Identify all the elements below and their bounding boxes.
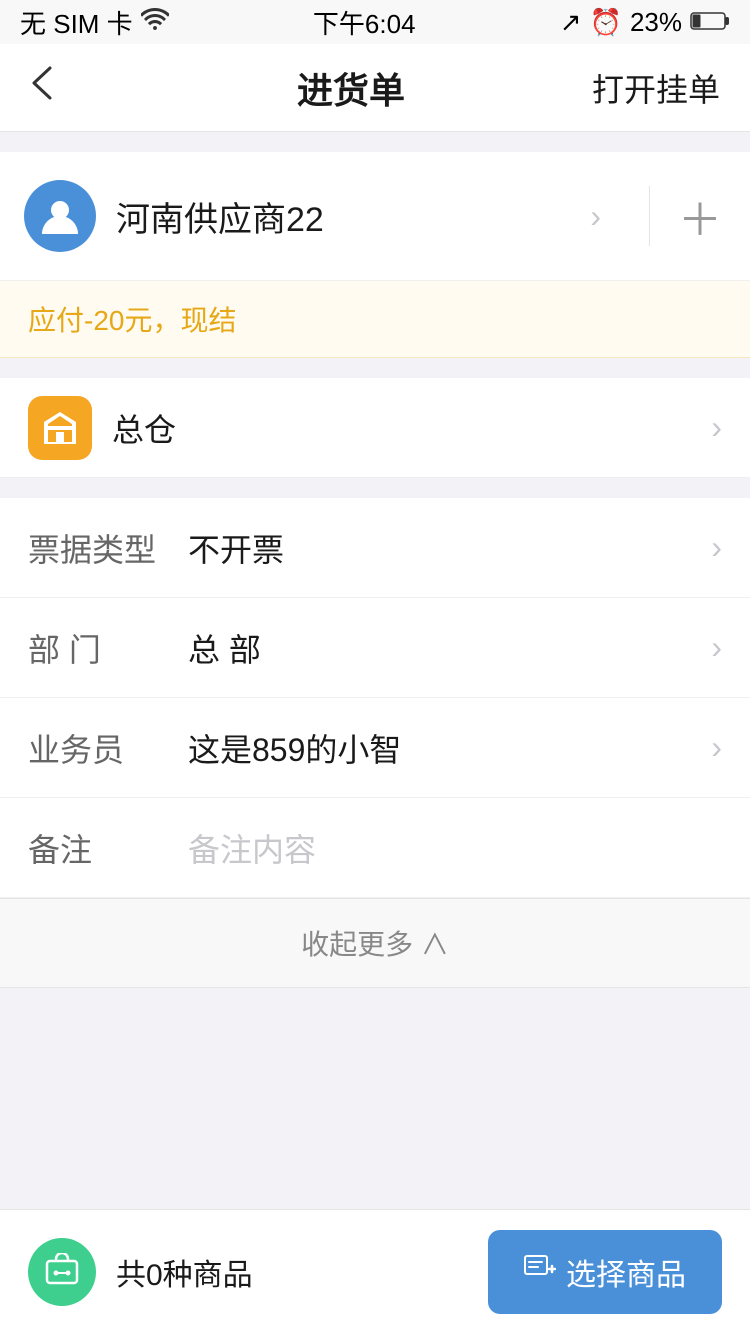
ticket-type-row[interactable]: 票据类型 不开票 › — [0, 498, 750, 598]
open-pending-button[interactable]: 打开挂单 — [592, 65, 720, 111]
section-gap-1 — [0, 132, 750, 152]
notice-banner: 应付-20元，现结 — [0, 281, 750, 358]
wifi-icon — [141, 8, 169, 37]
warehouse-chevron-icon: › — [711, 409, 722, 446]
remark-row[interactable]: 备注 备注内容 — [0, 798, 750, 898]
back-button[interactable] — [30, 64, 110, 112]
bottom-bar: 共0种商品 选择商品 — [0, 1209, 750, 1334]
product-count: 共0种商品 — [116, 1250, 468, 1294]
add-supplier-button[interactable]: ＋ — [650, 184, 750, 248]
department-chevron-icon: › — [711, 629, 722, 666]
supplier-avatar — [24, 180, 96, 252]
salesperson-chevron-icon: › — [711, 729, 722, 766]
alarm-icon: ⏰ — [590, 7, 622, 38]
select-product-label: 选择商品 — [566, 1250, 686, 1294]
location-icon: ↗ — [560, 7, 582, 38]
remark-label: 备注 — [28, 825, 188, 871]
section-gap-3 — [0, 478, 750, 498]
battery-icon — [690, 7, 730, 38]
collapse-row[interactable]: 收起更多 ∧ — [0, 898, 750, 988]
no-sim-text: 无 SIM 卡 — [20, 4, 133, 41]
cart-icon-bg — [28, 1238, 96, 1306]
nav-bar: 进货单 打开挂单 — [0, 44, 750, 132]
status-bar: 无 SIM 卡 下午6:04 ↗ ⏰ 23% — [0, 0, 750, 44]
supplier-row[interactable]: 河南供应商22 › — [0, 152, 649, 280]
main-content: 河南供应商22 › ＋ 应付-20元，现结 总仓 › 票据类型 不开票 › 部 … — [0, 132, 750, 1334]
supplier-name: 河南供应商22 — [116, 192, 570, 241]
salesperson-row[interactable]: 业务员 这是859的小智 › — [0, 698, 750, 798]
salesperson-value: 这是859的小智 — [188, 725, 711, 771]
status-left: 无 SIM 卡 — [20, 4, 169, 41]
remark-input[interactable]: 备注内容 — [188, 825, 722, 871]
select-product-button[interactable]: 选择商品 — [488, 1230, 722, 1314]
spacer — [0, 988, 750, 1209]
warehouse-row[interactable]: 总仓 › — [0, 378, 750, 478]
department-label: 部 门 — [28, 625, 188, 671]
ticket-type-label: 票据类型 — [28, 525, 188, 571]
supplier-chevron-icon: › — [590, 198, 601, 235]
select-product-icon — [524, 1255, 556, 1290]
ticket-type-chevron-icon: › — [711, 529, 722, 566]
supplier-section: 河南供应商22 › ＋ — [0, 152, 750, 281]
section-gap-2 — [0, 358, 750, 378]
warehouse-icon — [28, 396, 92, 460]
salesperson-label: 业务员 — [28, 725, 188, 771]
status-right: ↗ ⏰ 23% — [560, 7, 730, 38]
status-time: 下午6:04 — [313, 4, 416, 41]
department-row[interactable]: 部 门 总 部 › — [0, 598, 750, 698]
page-title: 进货单 — [297, 62, 405, 114]
collapse-label: 收起更多 ∧ — [301, 923, 449, 963]
department-value: 总 部 — [188, 625, 711, 671]
battery-text: 23% — [630, 7, 682, 38]
ticket-type-value: 不开票 — [188, 525, 711, 571]
warehouse-name: 总仓 — [112, 405, 711, 451]
